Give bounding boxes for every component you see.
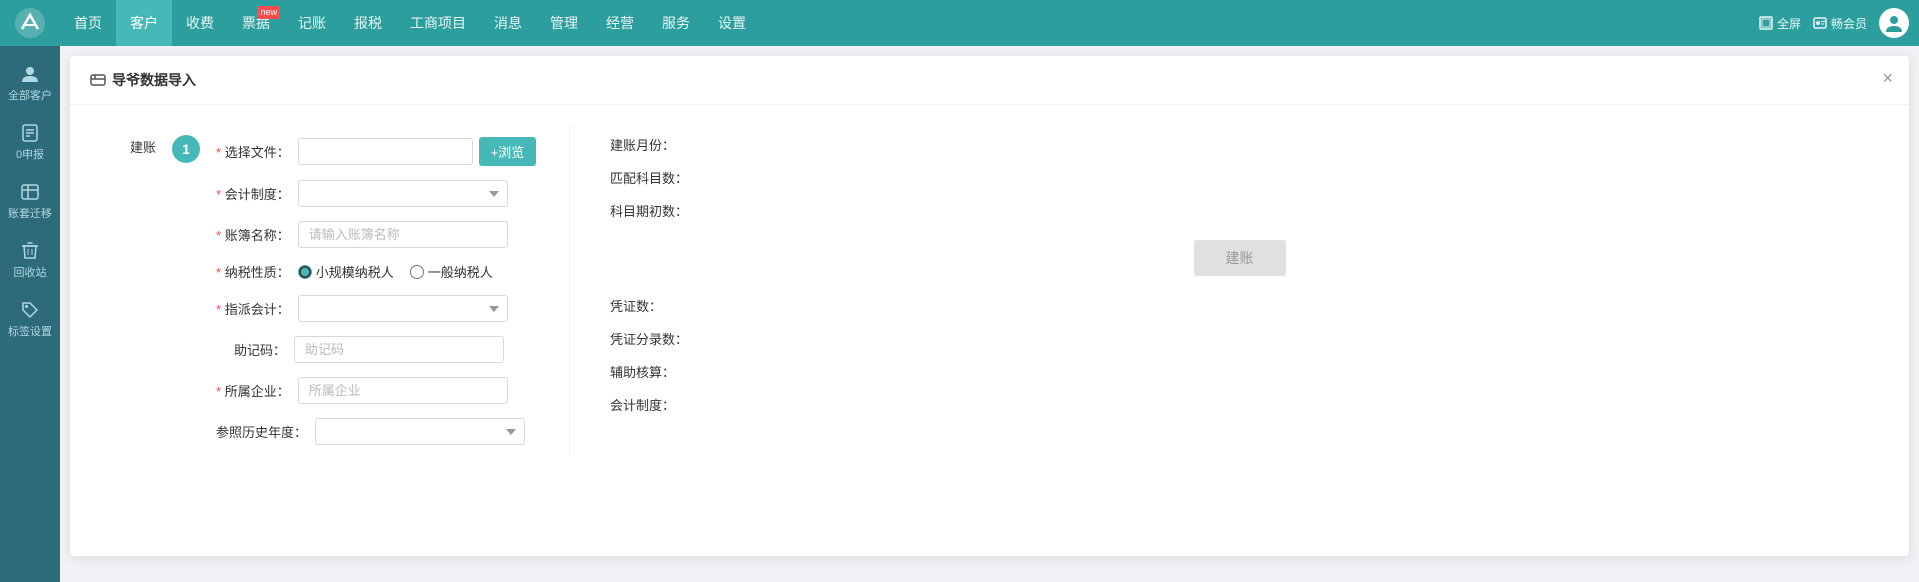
main-content: 导爷数据导入 × 建账 1 选择文件： (60, 46, 1919, 582)
tax-general-option[interactable]: 一般纳税人 (410, 262, 493, 281)
build-account-button[interactable]: 建账 (1194, 240, 1286, 276)
form-right: 建账月份： 匹配科目数： 科目期初数： 建账 凭证数： (570, 125, 1909, 455)
close-icon[interactable]: × (1882, 68, 1893, 89)
accountant-label: 指派会计： (216, 299, 290, 318)
step-label-text: 建账 (130, 137, 156, 156)
accounting-system-label: 会计制度： (216, 184, 290, 203)
history-year-select[interactable] (315, 418, 525, 445)
nav-fee[interactable]: 收费 (172, 0, 228, 46)
right-accounting-system-label: 会计制度： (610, 395, 690, 414)
form-fields: 选择文件： +浏览 会计制度： (216, 137, 539, 445)
step-circle: 1 (172, 135, 200, 163)
nav-message[interactable]: 消息 (480, 0, 536, 46)
sidebar-item-recycle[interactable]: 回收站 (2, 233, 58, 288)
file-input[interactable] (298, 138, 473, 165)
dialog-title-text: 导爷数据导入 (112, 70, 196, 90)
right-accounting-system-row: 会计制度： (610, 395, 1869, 414)
tax-small-radio[interactable] (298, 265, 312, 279)
ledger-name-row: 账簿名称： (216, 221, 539, 248)
subject-init-row: 科目期初数： (610, 201, 1869, 220)
nav-business[interactable]: 工商项目 (396, 0, 480, 46)
file-row: 选择文件： +浏览 (216, 137, 539, 166)
history-year-label: 参照历史年度： (216, 422, 307, 441)
match-subject-label: 匹配科目数： (610, 168, 690, 187)
logo (10, 3, 50, 43)
layout: 全部客户 0申报 账套迁移 (0, 46, 1919, 582)
member-button[interactable]: 畅会员 (1813, 15, 1867, 32)
month-label: 建账月份： (610, 135, 690, 154)
step-section: 建账 1 选择文件： +浏览 (130, 135, 539, 445)
nav-settings[interactable]: 设置 (704, 0, 760, 46)
fullscreen-button[interactable]: 全屏 (1759, 15, 1801, 32)
form-area: 建账 1 选择文件： +浏览 (70, 105, 1909, 475)
avatar[interactable] (1879, 8, 1909, 38)
file-input-group: +浏览 (298, 137, 537, 166)
dialog-header: 导爷数据导入 × (70, 56, 1909, 105)
sidebar: 全部客户 0申报 账套迁移 (0, 46, 60, 582)
step-label: 建账 (130, 135, 156, 158)
company-input[interactable] (298, 377, 508, 404)
memo-input[interactable] (294, 336, 504, 363)
form-left: 建账 1 选择文件： +浏览 (70, 125, 570, 455)
memo-label: 助记码： (216, 340, 286, 359)
accounting-system-row: 会计制度： (216, 180, 539, 207)
memo-row: 助记码： (216, 336, 539, 363)
aux-accounting-label: 辅助核算： (610, 362, 690, 381)
nav-manage[interactable]: 管理 (536, 0, 592, 46)
accounting-system-select[interactable] (298, 180, 508, 207)
browse-button[interactable]: +浏览 (479, 137, 537, 166)
dialog: 导爷数据导入 × 建账 1 选择文件： (70, 56, 1909, 556)
top-nav: 首页 客户 收费 票据 new 记账 报税 工商项目 消息 管理 经营 服务 设… (0, 0, 1919, 46)
tax-type-row: 纳税性质： 小规模纳税人 一般纳税人 (216, 262, 539, 281)
file-label: 选择文件： (216, 142, 290, 161)
nav-items: 首页 客户 收费 票据 new 记账 报税 工商项目 消息 管理 经营 服务 设… (60, 0, 1759, 46)
company-label: 所属企业： (216, 381, 290, 400)
sidebar-item-all-customers[interactable]: 全部客户 (2, 56, 58, 111)
nav-tax[interactable]: 报税 (340, 0, 396, 46)
nav-service[interactable]: 服务 (648, 0, 704, 46)
new-badge: new (257, 6, 280, 19)
sidebar-item-tag-settings[interactable]: 标签设置 (2, 292, 58, 347)
sidebar-item-zero-declaration[interactable]: 0申报 (2, 115, 58, 170)
voucher-records-label: 凭证分录数： (610, 329, 690, 348)
subject-init-label: 科目期初数： (610, 201, 690, 220)
sidebar-item-account-migration[interactable]: 账套迁移 (2, 174, 58, 229)
tax-general-radio[interactable] (410, 265, 424, 279)
voucher-records-row: 凭证分录数： (610, 329, 1869, 348)
ledger-name-input[interactable] (298, 221, 508, 248)
month-row: 建账月份： (610, 135, 1869, 154)
aux-accounting-row: 辅助核算： (610, 362, 1869, 381)
nav-bookkeeping[interactable]: 记账 (284, 0, 340, 46)
nav-right: 全屏 畅会员 (1759, 8, 1909, 38)
match-subject-row: 匹配科目数： (610, 168, 1869, 187)
voucher-row: 凭证数： (610, 296, 1869, 315)
company-row: 所属企业： (216, 377, 539, 404)
nav-invoice[interactable]: 票据 new (228, 0, 284, 46)
tax-small-option[interactable]: 小规模纳税人 (298, 262, 394, 281)
accountant-row: 指派会计： (216, 295, 539, 322)
nav-operation[interactable]: 经营 (592, 0, 648, 46)
tax-type-label: 纳税性质： (216, 262, 290, 281)
dialog-title: 导爷数据导入 (90, 70, 196, 90)
tax-type-radio-group: 小规模纳税人 一般纳税人 (298, 262, 493, 281)
accountant-select[interactable] (298, 295, 508, 322)
nav-home[interactable]: 首页 (60, 0, 116, 46)
nav-customer[interactable]: 客户 (116, 0, 172, 46)
ledger-name-label: 账簿名称： (216, 225, 290, 244)
voucher-label: 凭证数： (610, 296, 690, 315)
history-year-row: 参照历史年度： (216, 418, 539, 445)
